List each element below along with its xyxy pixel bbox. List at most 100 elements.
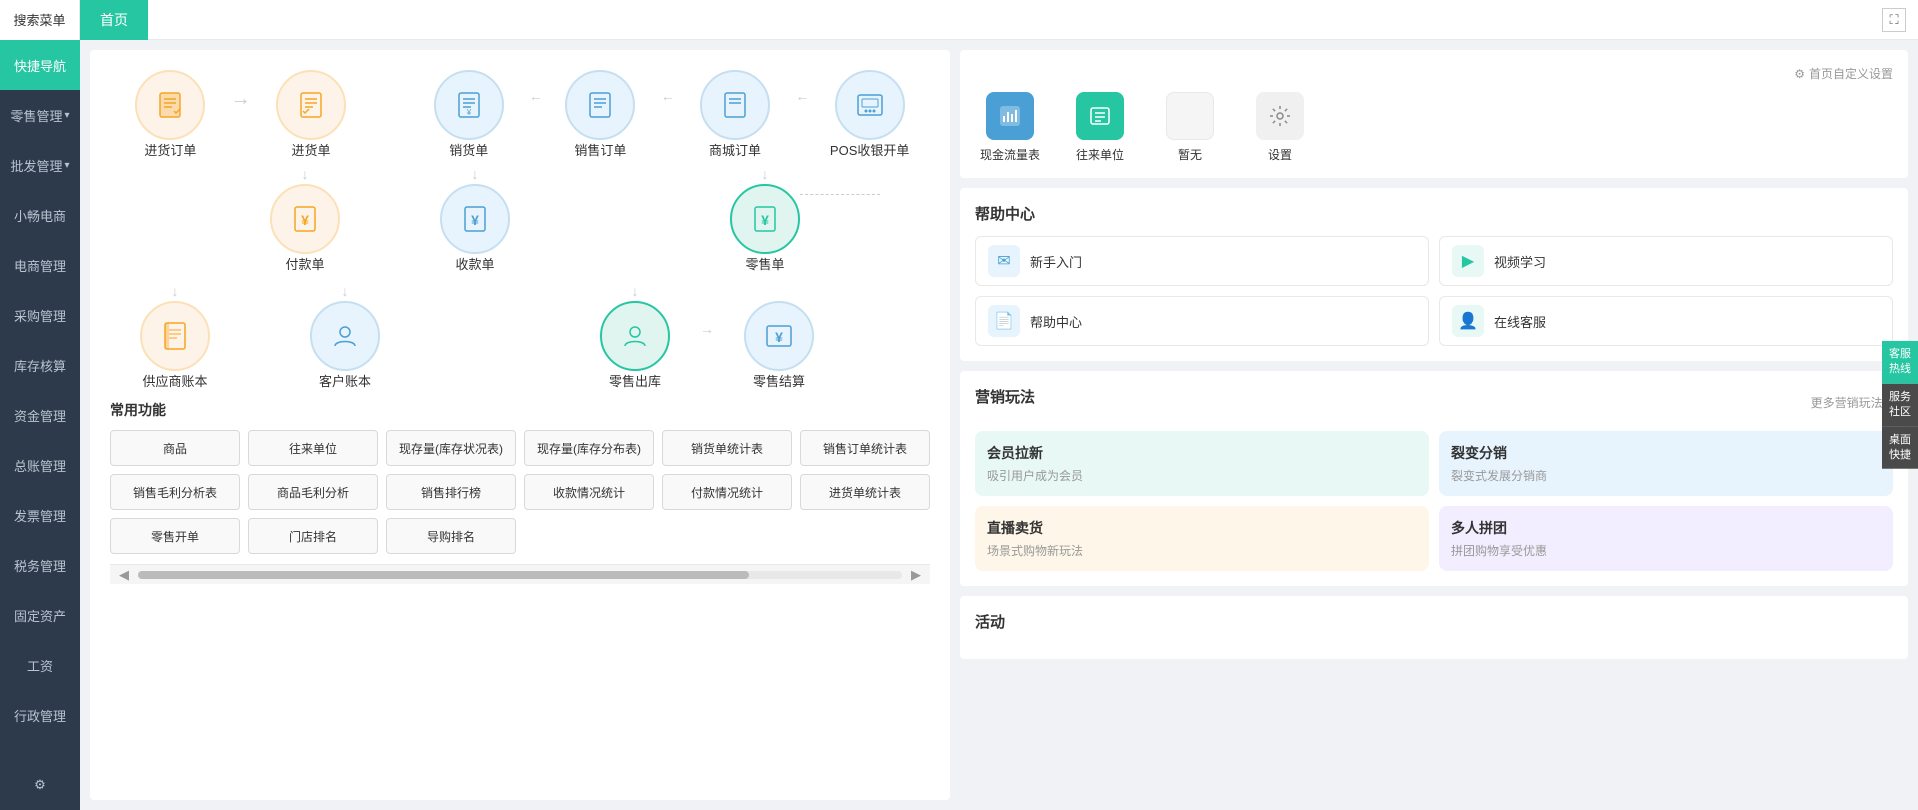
func-btn-partners[interactable]: 往来单位 [248,430,378,466]
fullscreen-button[interactable]: ⛶ [1882,8,1906,32]
customize-link[interactable]: ⚙ 首页自定义设置 [1794,65,1893,82]
marketing-title: 营销玩法 [975,386,1035,407]
sidebar-item-retail[interactable]: 零售管理 ▾ [0,90,80,140]
sidebar-settings-btn[interactable]: ⚙ [0,760,80,810]
float-btn-desktop[interactable]: 桌面快捷 [1882,426,1918,469]
common-funcs-title: 常用功能 [110,400,930,420]
retail-out-icon[interactable] [600,301,670,371]
down-arrow-customer: ↓ [342,283,349,299]
beginner-label: 新手入门 [1030,252,1082,271]
node-label-purchase-bill: 进货单 [291,140,330,159]
func-btn-sales-stat[interactable]: 销货单统计表 [662,430,792,466]
svg-text:¥: ¥ [471,212,479,228]
help-center-title: 帮助中心 [975,203,1893,224]
func-btn-sales-profit[interactable]: 销售毛利分析表 [110,474,240,510]
sidebar-item-assets[interactable]: 固定资产 [0,590,80,640]
col-payment: ↓ ¥ 付款单 [240,164,370,273]
func-btn-goods[interactable]: 商品 [110,430,240,466]
sales-bill-icon[interactable]: ¥ [434,70,504,140]
sidebar-item-finance[interactable]: 资金管理 [0,390,80,440]
marketing-item-live[interactable]: 直播卖货 场景式购物新玩法 [975,506,1429,571]
mall-order-icon[interactable] [700,70,770,140]
quick-icon-partners[interactable]: 往来单位 [1065,92,1135,163]
down-arrow-payment: ↓ [302,166,309,182]
fission-desc: 裂变式发展分销商 [1451,467,1881,484]
col-receipt: ↓ ¥ 收款单 [410,164,540,273]
partners-label: 往来单位 [1076,146,1124,163]
scroll-track[interactable] [138,571,902,579]
quick-icon-cashflow[interactable]: 现金流量表 [975,92,1045,163]
scroll-right-btn[interactable]: ▶ [907,567,925,583]
dashed-line-pos [800,194,880,195]
node-label-payment: 付款单 [285,254,324,273]
func-btn-guide-rank[interactable]: 导购排名 [386,518,516,554]
dashed-arrow-left-2: ← [661,70,675,104]
retail-settle-icon[interactable]: ¥ [744,301,814,371]
purchase-bill-icon[interactable] [276,70,346,140]
func-btn-stock-status[interactable]: 现存量(库存状况表) [386,430,516,466]
float-btn-community[interactable]: 服务社区 [1882,384,1918,427]
receipt-bill-icon[interactable]: ¥ [440,184,510,254]
func-btn-goods-profit[interactable]: 商品毛利分析 [248,474,378,510]
sidebar-item-admin[interactable]: 行政管理 [0,690,80,740]
node-purchase-order: 进货订单 [110,70,231,159]
top-bar-right: ⛶ [1882,8,1918,32]
svg-text:¥: ¥ [761,212,769,228]
sidebar-item-purchase[interactable]: 采购管理 [0,290,80,340]
beginner-icon: ✉ [988,245,1020,277]
settings-icon-box [1256,92,1304,140]
node-label-supplier-book: 供应商账本 [142,371,207,390]
tab-home[interactable]: 首页 [80,0,148,40]
supplier-book-icon[interactable] [140,301,210,371]
float-btn-service[interactable]: 客服热线 [1882,341,1918,384]
help-label: 帮助中心 [1030,312,1082,331]
down-arrow-retail-out: ↓ [632,283,639,299]
func-btn-stock-dist[interactable]: 现存量(库存分布表) [524,430,654,466]
func-btn-purchase-stat[interactable]: 进货单统计表 [800,474,930,510]
sidebar-item-inventory[interactable]: 库存核算 [0,340,80,390]
marketing-item-fission[interactable]: 裂变分销 裂变式发展分销商 [1439,431,1893,496]
node-label-customer-book: 客户账本 [319,371,371,390]
customer-book-icon[interactable] [310,301,380,371]
marketing-item-member[interactable]: 会员拉新 吸引用户成为会员 [975,431,1429,496]
func-btn-retail-order[interactable]: 零售开单 [110,518,240,554]
sales-order-icon[interactable] [565,70,635,140]
payment-bill-icon[interactable]: ¥ [270,184,340,254]
node-label-purchase-order: 进货订单 [144,140,196,159]
help-item-service[interactable]: 👤 在线客服 [1439,296,1893,346]
func-btn-store-rank[interactable]: 门店排名 [248,518,378,554]
help-item-video[interactable]: ▶ 视频学习 [1439,236,1893,286]
cashflow-icon-box [986,92,1034,140]
func-btn-sales-order-stat[interactable]: 销售订单统计表 [800,430,930,466]
sidebar-item-ledger[interactable]: 总账管理 [0,440,80,490]
quick-icon-settings[interactable]: 设置 [1245,92,1315,163]
func-btn-receipt-stat[interactable]: 收款情况统计 [524,474,654,510]
sidebar-item-ecommerce-small[interactable]: 小畅电商 [0,190,80,240]
purchase-order-icon[interactable] [135,70,205,140]
marketing-item-group[interactable]: 多人拼团 拼团购物享受优惠 [1439,506,1893,571]
quick-icon-empty[interactable]: 暂无 [1155,92,1225,163]
sidebar-item-invoice[interactable]: 发票管理 [0,490,80,540]
node-sales-order: 销售订单 [540,70,661,159]
member-title: 会员拉新 [987,443,1417,463]
sidebar-item-tax[interactable]: 税务管理 [0,540,80,590]
pos-icon[interactable] [835,70,905,140]
service-icon: 👤 [1452,305,1484,337]
svg-text:¥: ¥ [465,108,471,117]
marketing-items-grid: 会员拉新 吸引用户成为会员 裂变分销 裂变式发展分销商 直播卖货 场景式购物新玩… [975,431,1893,571]
scroll-left-btn[interactable]: ◀ [115,567,133,583]
sidebar-item-salary[interactable]: 工资 [0,640,80,690]
search-menu-btn[interactable]: 搜索菜单 [0,0,80,40]
help-item-beginner[interactable]: ✉ 新手入门 [975,236,1429,286]
sidebar-item-ecommerce[interactable]: 电商管理 [0,240,80,290]
settings-label: 设置 [1268,146,1292,163]
scroll-bar: ◀ ▶ [110,564,930,584]
func-btn-payment-stat[interactable]: 付款情况统计 [662,474,792,510]
func-btn-sales-rank[interactable]: 销售排行榜 [386,474,516,510]
retail-bill-icon[interactable]: ¥ [730,184,800,254]
sidebar-item-wholesale[interactable]: 批发管理 ▾ [0,140,80,190]
right-panel: ⚙ 首页自定义设置 [960,50,1908,800]
sidebar-item-quick-nav[interactable]: 快捷导航 [0,40,80,90]
marketing-more-link[interactable]: 更多营销玩法 > [1811,394,1893,411]
help-item-help[interactable]: 📄 帮助中心 [975,296,1429,346]
